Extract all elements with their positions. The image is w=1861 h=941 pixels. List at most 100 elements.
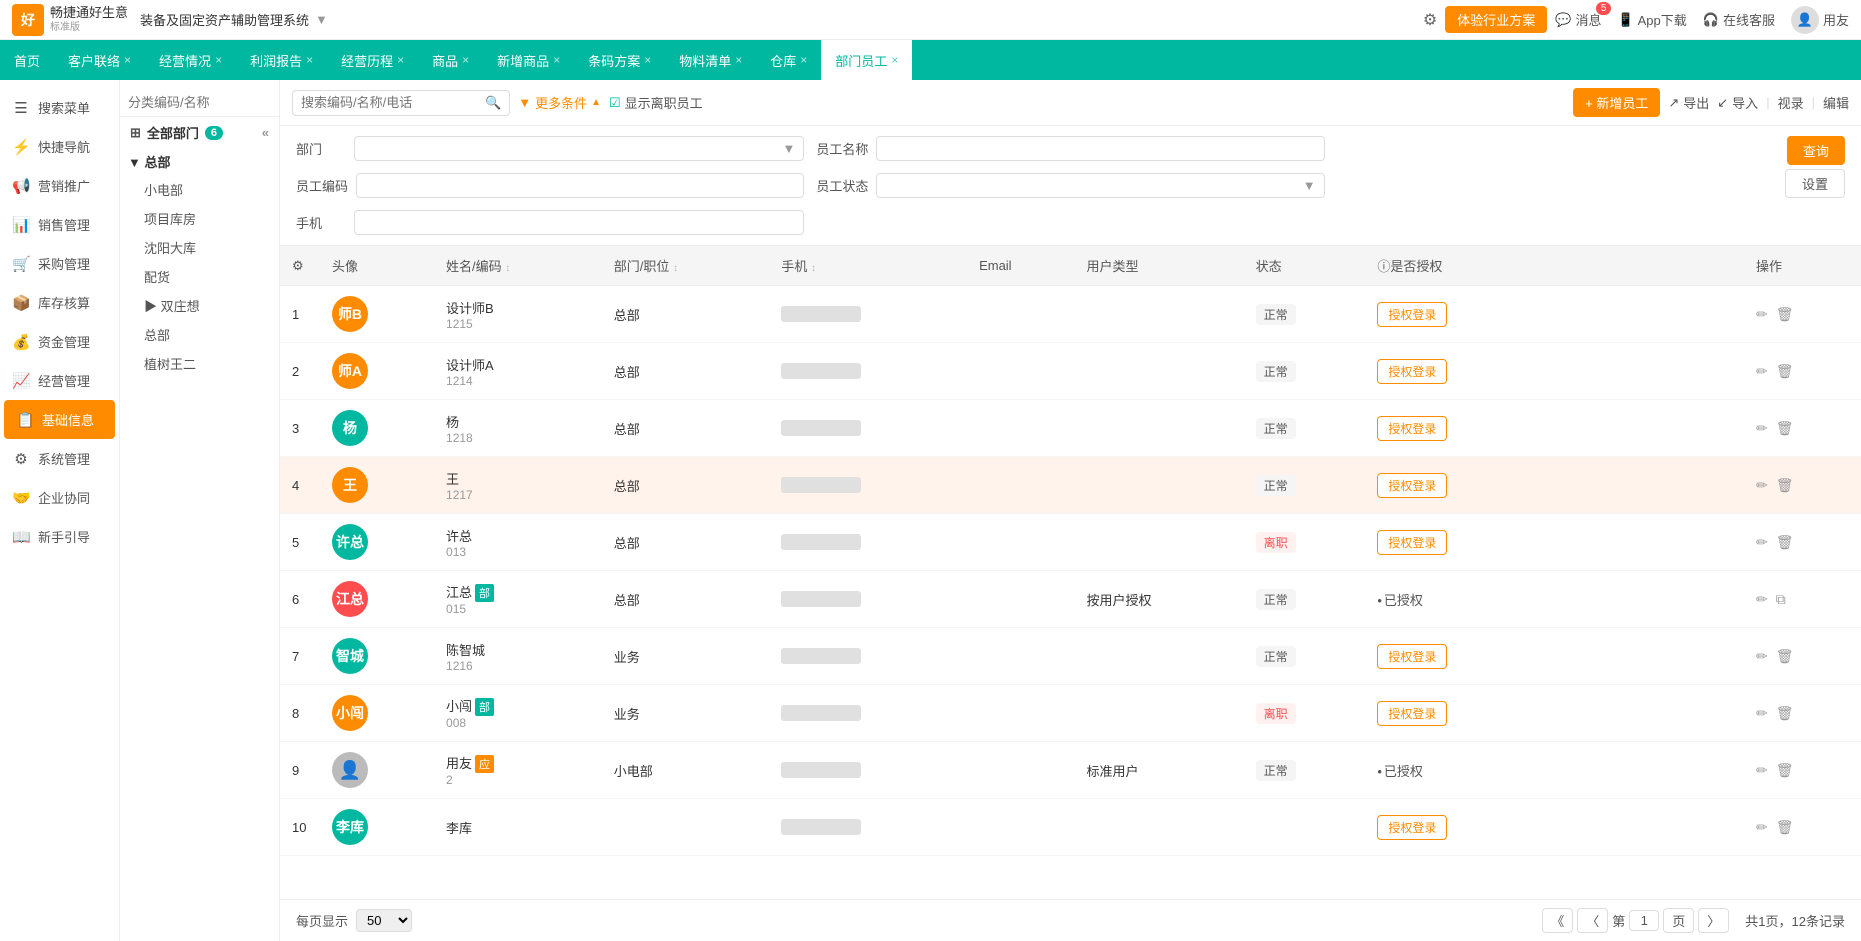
user-btn[interactable]: 👤 用友: [1791, 6, 1849, 34]
edit-column-button[interactable]: 编辑: [1823, 93, 1849, 112]
delete-icon[interactable]: 🗑: [1776, 534, 1794, 551]
edit-icon[interactable]: ✏: [1756, 477, 1768, 494]
auth-button[interactable]: 授权登录: [1377, 416, 1447, 441]
col-settings[interactable]: ⚙: [280, 246, 320, 286]
empname-filter-input[interactable]: [876, 136, 1324, 161]
col-dept[interactable]: 部门/职位 ↕: [602, 246, 770, 286]
auth-button[interactable]: 授权登录: [1377, 530, 1447, 555]
copy-icon[interactable]: ⧉: [1776, 591, 1786, 608]
nav-item-operations[interactable]: 经营情况 ×: [145, 40, 236, 80]
auth-button[interactable]: 授权登录: [1377, 302, 1447, 327]
delete-icon[interactable]: 🗑: [1776, 477, 1794, 494]
status-filter-select[interactable]: ▼: [876, 173, 1324, 198]
edit-icon[interactable]: ✏: [1756, 420, 1768, 437]
nav-item-bom[interactable]: 物料清单 ×: [665, 40, 756, 80]
search-button[interactable]: 查询: [1787, 136, 1845, 165]
next-page-btn[interactable]: 页: [1663, 908, 1694, 933]
dept-search-input[interactable]: [128, 95, 280, 110]
edit-icon[interactable]: ✏: [1756, 648, 1768, 665]
close-icon[interactable]: ×: [397, 53, 404, 67]
sidebar-item-inventory[interactable]: 📦 库存核算: [0, 283, 119, 322]
edit-icon[interactable]: ✏: [1756, 762, 1768, 779]
delete-icon[interactable]: 🗑: [1776, 819, 1794, 836]
dept-node-shuangzhuang[interactable]: ▶ 双庄想: [120, 291, 279, 320]
dept-node-project[interactable]: 项目库房: [120, 204, 279, 233]
dept-node-zongbu[interactable]: 总部: [120, 320, 279, 349]
nav-item-history[interactable]: 经营历程 ×: [327, 40, 418, 80]
dept-group-total[interactable]: ▼ 总部: [120, 148, 279, 175]
auth-button[interactable]: 授权登录: [1377, 644, 1447, 669]
auth-button[interactable]: 授权登录: [1377, 473, 1447, 498]
service-btn[interactable]: 🎧 在线客服: [1703, 10, 1775, 29]
reset-button[interactable]: 设置: [1785, 169, 1845, 198]
trial-button[interactable]: 体验行业方案: [1445, 6, 1547, 33]
phone-filter-input[interactable]: [354, 210, 804, 235]
dept-node-small-elec[interactable]: 小电部: [120, 175, 279, 204]
close-icon[interactable]: ×: [800, 53, 807, 67]
prev-page-btn[interactable]: 〈: [1577, 908, 1608, 933]
dept-node-zhishu[interactable]: 植树王二: [120, 349, 279, 378]
sidebar-item-finance[interactable]: 💰 资金管理: [0, 322, 119, 361]
nav-item-barcode[interactable]: 条码方案 ×: [574, 40, 665, 80]
close-icon[interactable]: ×: [891, 53, 898, 67]
first-page-btn[interactable]: 《: [1542, 908, 1573, 933]
app-download-btn[interactable]: 📱 App下载: [1617, 10, 1686, 29]
col-name[interactable]: 姓名/编码 ↕: [434, 246, 602, 286]
add-employee-button[interactable]: + 新增员工: [1573, 88, 1660, 117]
dept-node-peihuo[interactable]: 配货: [120, 262, 279, 291]
import-button[interactable]: ↙ 导入: [1717, 93, 1758, 112]
delete-icon[interactable]: 🗑: [1776, 363, 1794, 380]
auth-button[interactable]: 授权登录: [1377, 701, 1447, 726]
sidebar-item-marketing[interactable]: 📢 营销推广: [0, 166, 119, 205]
sidebar-item-sales[interactable]: 📊 销售管理: [0, 205, 119, 244]
close-icon[interactable]: ×: [644, 53, 651, 67]
view-button[interactable]: 视录: [1778, 93, 1804, 112]
close-icon[interactable]: ×: [215, 53, 222, 67]
delete-icon[interactable]: 🗑: [1776, 306, 1794, 323]
edit-icon[interactable]: ✏: [1756, 591, 1768, 608]
nav-item-warehouse[interactable]: 仓库 ×: [756, 40, 821, 80]
delete-icon[interactable]: 🗑: [1776, 648, 1794, 665]
nav-item-customers[interactable]: 客户联络 ×: [54, 40, 145, 80]
empcode-filter-input[interactable]: [356, 173, 804, 198]
delete-icon[interactable]: 🗑: [1776, 762, 1794, 779]
sidebar-item-collab[interactable]: 🤝 企业协同: [0, 478, 119, 517]
close-icon[interactable]: ×: [735, 53, 742, 67]
auth-button[interactable]: 授权登录: [1377, 359, 1447, 384]
edit-icon[interactable]: ✏: [1756, 534, 1768, 551]
dept-filter-select[interactable]: ▼: [354, 136, 804, 161]
nav-item-employees[interactable]: 部门员工 ×: [821, 40, 912, 80]
sidebar-item-operation[interactable]: 📈 经营管理: [0, 361, 119, 400]
nav-item-profit[interactable]: 利润报告 ×: [236, 40, 327, 80]
show-resign-check[interactable]: ☑ 显示离职员工: [609, 93, 703, 112]
auth-button[interactable]: 授权登录: [1377, 815, 1447, 840]
filter-btn[interactable]: ▼ 更多条件 ▲: [518, 93, 601, 112]
sidebar-item-purchase[interactable]: 🛒 采购管理: [0, 244, 119, 283]
delete-icon[interactable]: 🗑: [1776, 705, 1794, 722]
dept-node-shenyang[interactable]: 沈阳大库: [120, 233, 279, 262]
message-btn[interactable]: 💬 消息 5: [1555, 10, 1601, 29]
edit-icon[interactable]: ✏: [1756, 705, 1768, 722]
settings-icon[interactable]: ⚙: [1423, 10, 1437, 30]
close-icon[interactable]: ×: [462, 53, 469, 67]
sidebar-item-search[interactable]: ☰ 搜索菜单: [0, 88, 119, 127]
chevron-down-icon[interactable]: ▼: [315, 12, 328, 27]
collapse-btn[interactable]: «: [262, 125, 269, 140]
sidebar-item-nav[interactable]: ⚡ 快捷导航: [0, 127, 119, 166]
search-input[interactable]: [301, 95, 481, 110]
nav-item-home[interactable]: 首页: [0, 40, 54, 80]
sidebar-item-guide[interactable]: 📖 新手引导: [0, 517, 119, 556]
edit-icon[interactable]: ✏: [1756, 819, 1768, 836]
page-size-select[interactable]: 50 100: [356, 909, 412, 932]
delete-icon[interactable]: 🗑: [1776, 420, 1794, 437]
close-icon[interactable]: ×: [553, 53, 560, 67]
sidebar-item-basic[interactable]: 📋 基础信息: [4, 400, 115, 439]
last-page-btn[interactable]: 〉: [1698, 908, 1729, 933]
nav-item-goods[interactable]: 商品 ×: [418, 40, 483, 80]
nav-item-add-goods[interactable]: 新增商品 ×: [483, 40, 574, 80]
edit-icon[interactable]: ✏: [1756, 363, 1768, 380]
export-button[interactable]: ↗ 导出: [1668, 93, 1709, 112]
edit-icon[interactable]: ✏: [1756, 306, 1768, 323]
col-phone[interactable]: 手机 ↕: [769, 246, 967, 286]
sidebar-item-system[interactable]: ⚙ 系统管理: [0, 439, 119, 478]
